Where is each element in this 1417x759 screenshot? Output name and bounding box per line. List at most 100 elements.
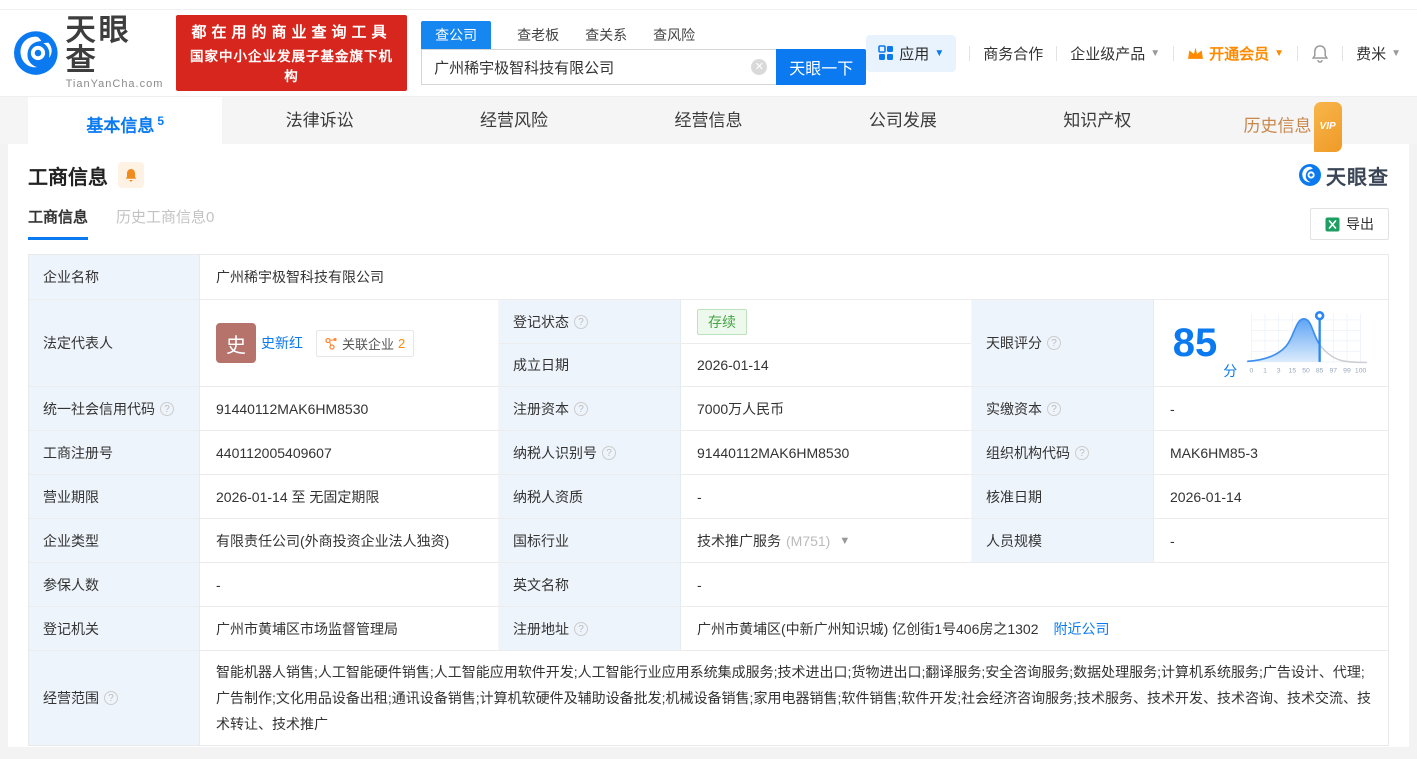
nav-tab-company-development[interactable]: 公司发展: [806, 97, 1000, 144]
reg-number-label: 工商注册号: [29, 430, 200, 474]
english-name-value: -: [681, 562, 1388, 606]
company-type-value: 有限责任公司(外商投资企业法人独资): [200, 518, 499, 562]
notifications-button[interactable]: [1311, 44, 1329, 63]
brand-slogan-banner: 都在用的商业查询工具 国家中小企业发展子基金旗下机构: [176, 15, 407, 91]
svg-text:0: 0: [1250, 367, 1254, 374]
tab-history-business-registration[interactable]: 历史工商信息0: [116, 206, 214, 240]
business-term-value: 2026-01-14 至 无固定期限: [200, 474, 499, 518]
table-row: 经营范围? 智能机器人销售;人工智能硬件销售;人工智能应用软件开发;人工智能行业…: [29, 650, 1388, 745]
establish-date-value: 2026-01-14: [681, 343, 971, 386]
search-input[interactable]: [421, 49, 776, 85]
help-icon[interactable]: ?: [574, 402, 588, 416]
search-button[interactable]: 天眼一下: [776, 49, 866, 85]
related-companies-label: 关联企业: [342, 334, 394, 353]
section-title: 工商信息: [28, 161, 108, 190]
help-icon[interactable]: ?: [1047, 336, 1061, 350]
help-icon[interactable]: ?: [574, 622, 588, 636]
legal-rep-name-link[interactable]: 史新红: [261, 333, 303, 353]
tab-business-registration[interactable]: 工商信息: [28, 206, 88, 240]
reg-capital-label: 注册资本?: [499, 386, 681, 430]
monitor-bell-button[interactable]: [118, 162, 144, 188]
chevron-down-icon: ▼: [1391, 48, 1401, 59]
search-tab-boss[interactable]: 查老板: [517, 21, 559, 49]
company-name-label: 企业名称: [29, 255, 200, 299]
avatar[interactable]: 史: [216, 323, 256, 363]
help-icon[interactable]: ?: [1075, 446, 1089, 460]
nav-tab-history-info[interactable]: 历史信息VIP1 ?: [1195, 97, 1389, 144]
tianyan-score-value: 85 分: [1154, 299, 1388, 386]
approval-date-value: 2026-01-14: [1154, 474, 1388, 518]
related-companies-count: 2: [398, 336, 405, 351]
nav-tab-label: 经营信息: [674, 111, 742, 130]
apps-label: 应用: [899, 43, 929, 64]
approval-date-label: 核准日期: [972, 474, 1154, 518]
reg-status-value: 存续: [681, 300, 971, 343]
watermark-logo: 天眼查: [1299, 161, 1389, 190]
nav-tab-business-info[interactable]: 经营信息: [611, 97, 805, 144]
industry-name: 技术推广服务: [697, 531, 781, 551]
table-row: 企业名称 广州稀宇极智科技有限公司: [29, 255, 1388, 299]
help-icon[interactable]: ?: [104, 691, 118, 705]
relation-graph-icon: [325, 337, 338, 350]
industry-value: 技术推广服务 (M751) ▼: [681, 518, 972, 562]
divider: [1342, 46, 1343, 61]
english-name-label: 英文名称: [499, 562, 681, 606]
apps-menu[interactable]: 应用 ▼: [866, 35, 956, 72]
tianyancha-logo-icon: [14, 31, 58, 75]
reg-address-text: 广州市黄埔区(中新广州知识城) 亿创街1号406房之1302: [697, 619, 1039, 639]
svg-text:3: 3: [1277, 367, 1281, 374]
insured-count-value: -: [200, 562, 499, 606]
score-unit: 分: [1223, 361, 1237, 381]
nav-tab-basic-info[interactable]: 基本信息5: [28, 97, 222, 144]
paid-capital-label: 实缴资本?: [972, 386, 1154, 430]
table-row: 企业类型 有限责任公司(外商投资企业法人独资) 国标行业 技术推广服务 (M75…: [29, 518, 1388, 562]
business-scope-value: 智能机器人销售;人工智能硬件销售;人工智能应用软件开发;人工智能行业应用系统集成…: [200, 650, 1388, 745]
nearby-companies-link[interactable]: 附近公司: [1054, 619, 1110, 639]
org-code-label: 组织机构代码?: [972, 430, 1154, 474]
chevron-down-icon[interactable]: ▼: [839, 535, 850, 547]
credit-code-value: 91440112MAK6HM8530: [200, 386, 499, 430]
org-code-value: MAK6HM85-3: [1154, 430, 1388, 474]
export-label: 导出: [1346, 214, 1374, 234]
svg-text:1: 1: [1263, 367, 1267, 374]
help-icon[interactable]: ?: [574, 315, 588, 329]
help-icon[interactable]: ?: [602, 446, 616, 460]
chevron-down-icon: ▼: [1150, 48, 1160, 59]
tianyancha-logo[interactable]: 天眼查 TianYanCha.com: [14, 16, 164, 90]
nav-tab-intellectual-property[interactable]: 知识产权: [1000, 97, 1194, 144]
divider: [969, 46, 970, 61]
username: 费米: [1356, 43, 1386, 64]
reg-capital-value: 7000万人民币: [681, 386, 972, 430]
staff-size-value: -: [1154, 518, 1388, 562]
divider: [1173, 46, 1174, 61]
open-membership-menu[interactable]: 开通会员 ▼: [1187, 43, 1284, 64]
divider: [1056, 46, 1057, 61]
chevron-down-icon: ▼: [934, 48, 944, 59]
tianyan-score-label: 天眼评分?: [972, 299, 1154, 386]
paid-capital-value: -: [1154, 386, 1388, 430]
taxpayer-qualification-value: -: [681, 474, 972, 518]
search-tab-relation[interactable]: 查关系: [585, 21, 627, 49]
apps-grid-icon: [878, 45, 894, 61]
business-cooperation-link[interactable]: 商务合作: [983, 43, 1043, 64]
reg-authority-label: 登记机关: [29, 606, 200, 650]
nav-tab-legal-proceedings[interactable]: 法律诉讼: [222, 97, 416, 144]
header: 天眼查 TianYanCha.com 都在用的商业查询工具 国家中小企业发展子基…: [0, 10, 1417, 96]
related-companies-badge[interactable]: 关联企业 2: [316, 330, 414, 357]
enterprise-products-menu[interactable]: 企业级产品 ▼: [1070, 43, 1160, 64]
svg-text:97: 97: [1330, 367, 1338, 374]
registration-info-table: 企业名称 广州稀宇极智科技有限公司 法定代表人 史 史新红 关联企业 2: [28, 254, 1389, 746]
user-menu[interactable]: 费米 ▼: [1356, 43, 1401, 64]
nav-tab-label: 知识产权: [1063, 111, 1131, 130]
search-tab-company[interactable]: 查公司: [421, 21, 491, 49]
search-tab-risk[interactable]: 查风险: [653, 21, 695, 49]
table-row: 营业期限 2026-01-14 至 无固定期限 纳税人资质 - 核准日期 202…: [29, 474, 1388, 518]
help-icon[interactable]: ?: [1047, 402, 1061, 416]
nav-tab-operating-risk[interactable]: 经营风险: [417, 97, 611, 144]
export-button[interactable]: 导出: [1310, 208, 1389, 240]
company-type-label: 企业类型: [29, 518, 200, 562]
legal-rep-label: 法定代表人: [29, 299, 200, 386]
reg-address-label: 注册地址?: [499, 606, 681, 650]
help-icon[interactable]: ?: [160, 402, 174, 416]
table-row: 工商注册号 440112005409607 纳税人识别号? 91440112MA…: [29, 430, 1388, 474]
